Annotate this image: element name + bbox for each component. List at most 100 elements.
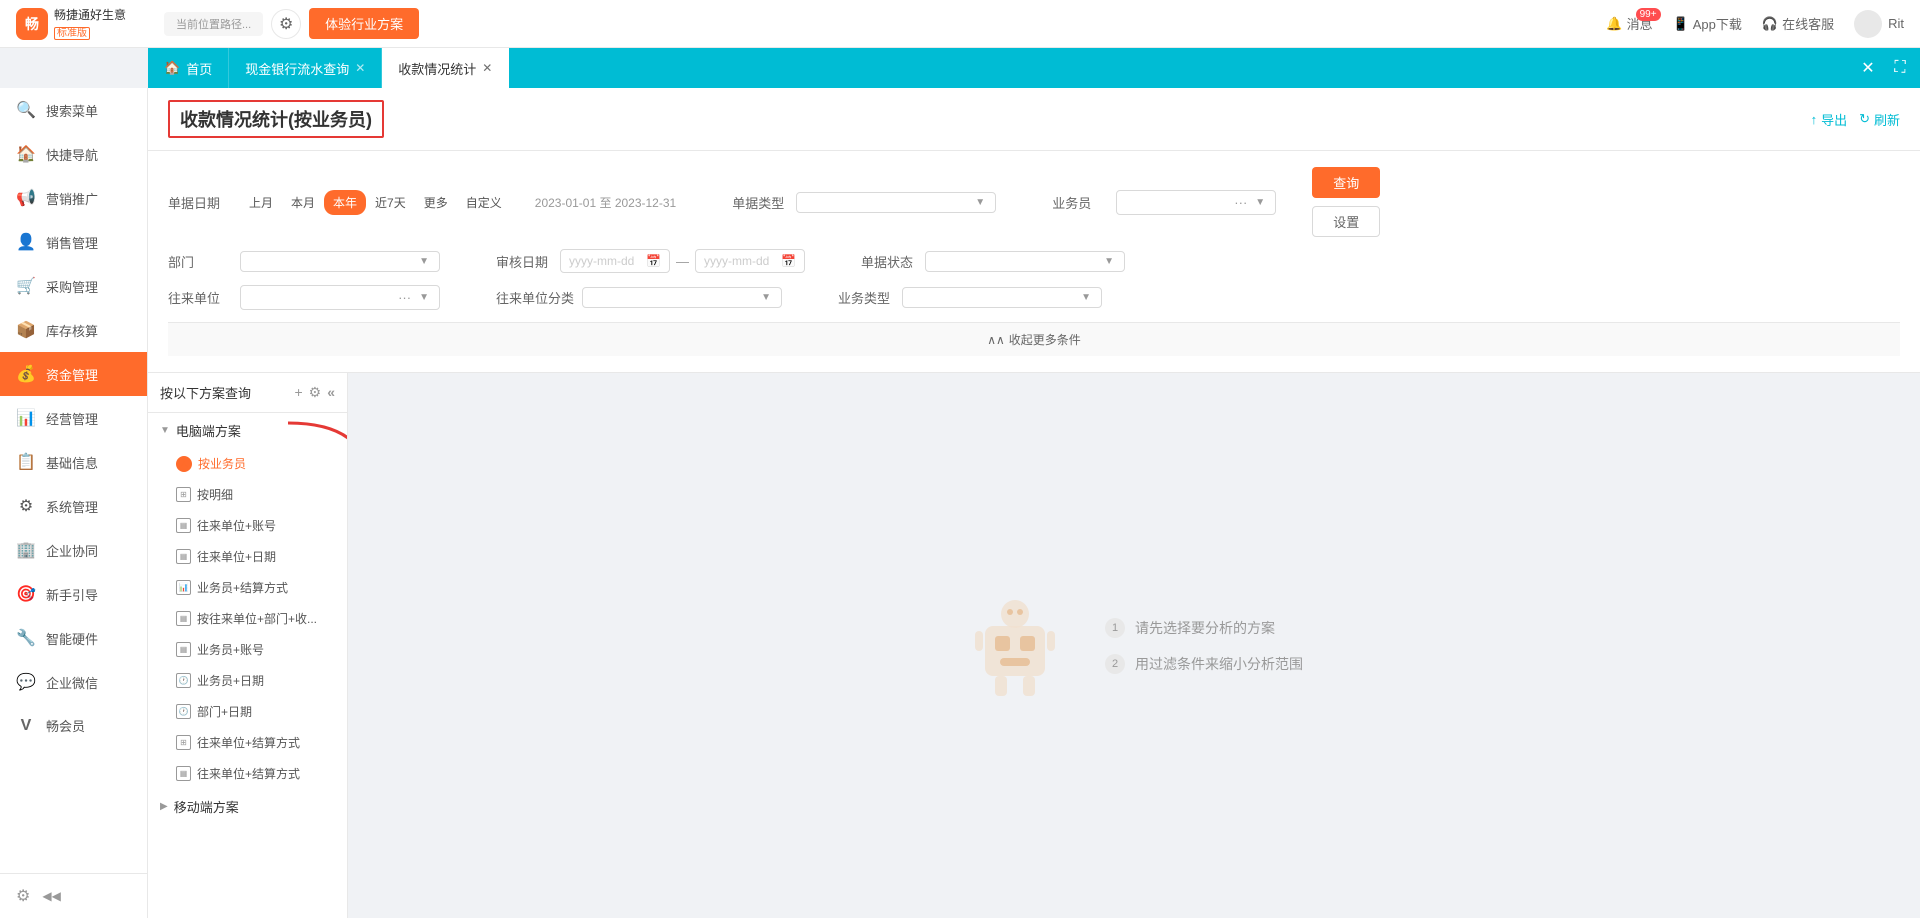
plan-item-by-staff[interactable]: 人 按业务员 xyxy=(148,448,347,479)
plan-item-partner-settle2[interactable]: ▦ 往来单位+结算方式 xyxy=(148,758,347,789)
guide-icon: 🎯 xyxy=(16,584,36,604)
query-button[interactable]: 查询 xyxy=(1312,167,1380,198)
filter-row-3: 往来单位 ··· ▼ 往来单位分类 ▼ 业务类型 xyxy=(168,285,1900,310)
sidebar-item-purchase[interactable]: 🛒 采购管理 xyxy=(0,264,147,308)
staff-select[interactable]: ··· ▼ xyxy=(1116,190,1276,215)
sidebar-item-sales[interactable]: 👤 销售管理 xyxy=(0,220,147,264)
sidebar: 🔍 搜索菜单 🏠 快捷导航 📢 营销推广 👤 销售管理 🛒 采购管理 📦 库存核… xyxy=(0,88,148,918)
app-download-button[interactable]: 📱 App下载 xyxy=(1673,14,1742,33)
partner-select[interactable]: ··· ▼ xyxy=(240,285,440,310)
tab-bank-flow-close[interactable]: ✕ xyxy=(355,61,365,75)
collapse-conditions-button[interactable]: ∧∧ 收起更多条件 xyxy=(168,322,1900,356)
trial-button[interactable]: 体验行业方案 xyxy=(309,8,419,39)
collapse-label: 收起更多条件 xyxy=(1009,331,1081,348)
plan-item-dept-date-label: 部门+日期 xyxy=(197,703,252,720)
sidebar-settings-button[interactable]: ⚙ xyxy=(16,886,30,906)
sidebar-item-finance[interactable]: 💰 资金管理 xyxy=(0,352,147,396)
filter-row-2: 部门 ▼ 审核日期 yyyy-mm-dd 📅 — yyyy-mm-dd xyxy=(168,249,1900,273)
export-button[interactable]: ↑ 导出 xyxy=(1811,110,1848,129)
review-date-from-text: yyyy-mm-dd xyxy=(569,254,634,268)
sidebar-item-operations[interactable]: 📊 经营管理 xyxy=(0,396,147,440)
plan-item-by-partner-dept[interactable]: ▦ 按往来单位+部门+收... xyxy=(148,603,347,634)
header-settings-button[interactable]: ⚙ xyxy=(271,9,301,39)
sidebar-item-inventory[interactable]: 📦 库存核算 xyxy=(0,308,147,352)
plan-item-partner-account[interactable]: ▦ 往来单位+账号 xyxy=(148,510,347,541)
query-button-group: 查询 设置 xyxy=(1312,167,1380,237)
wechat-icon: 💬 xyxy=(16,672,36,692)
desktop-plan-arrow-icon: ▼ xyxy=(160,425,170,436)
left-panel-settings-button[interactable]: ⚙ xyxy=(309,384,322,401)
refresh-button[interactable]: ↻ 刷新 xyxy=(1859,110,1900,129)
staff-date-icon: 🕐 xyxy=(176,673,191,688)
partner-more-icon: ··· xyxy=(398,290,411,305)
plan-item-partner-date[interactable]: ▦ 往来单位+日期 xyxy=(148,541,347,572)
sidebar-item-search-menu[interactable]: 🔍 搜索菜单 xyxy=(0,88,147,132)
sidebar-item-marketing[interactable]: 📢 营销推广 xyxy=(0,176,147,220)
review-date-to[interactable]: yyyy-mm-dd 📅 xyxy=(695,249,805,273)
left-panel-collapse-button[interactable]: « xyxy=(327,384,335,401)
date-btn-this-year[interactable]: 本年 xyxy=(324,190,366,215)
date-btn-this-month[interactable]: 本月 xyxy=(282,190,324,215)
plan-item-by-detail[interactable]: ⊞ 按明细 xyxy=(148,479,347,510)
breadcrumb: 当前位置路径... xyxy=(164,12,263,36)
tab-bar-end: ✕ ⛶ xyxy=(1848,48,1920,88)
doc-status-select[interactable]: ▼ xyxy=(925,251,1125,272)
review-date-from[interactable]: yyyy-mm-dd 📅 xyxy=(560,249,670,273)
partner-category-select[interactable]: ▼ xyxy=(582,287,782,308)
sidebar-item-wechat-label: 企业微信 xyxy=(46,673,98,692)
sidebar-item-sys-mgmt[interactable]: ⚙ 系统管理 xyxy=(0,484,147,528)
tab-home[interactable]: 🏠 首页 xyxy=(148,48,229,88)
service-icon: 🎧 xyxy=(1762,16,1778,32)
date-btn-7days[interactable]: 近7天 xyxy=(366,190,415,215)
tab-receipt-stats-close[interactable]: ✕ xyxy=(482,61,492,75)
doc-type-select[interactable]: ▼ xyxy=(796,192,996,213)
dept-label: 部门 xyxy=(168,252,224,271)
staff-chevron-icon: ▼ xyxy=(1255,197,1265,208)
notification-button[interactable]: 🔔 消息 99+ xyxy=(1606,14,1652,33)
plan-item-staff-settle-label: 业务员+结算方式 xyxy=(197,579,288,596)
sidebar-item-smart-hw[interactable]: 🔧 智能硬件 xyxy=(0,616,147,660)
plan-item-partner-settle2-label: 往来单位+结算方式 xyxy=(197,765,300,782)
sidebar-item-basic-info-label: 基础信息 xyxy=(46,453,98,472)
tab-receipt-stats[interactable]: 收款情况统计 ✕ xyxy=(382,48,509,88)
date-btn-last-month[interactable]: 上月 xyxy=(240,190,282,215)
review-date-group: yyyy-mm-dd 📅 — yyyy-mm-dd 📅 xyxy=(560,249,805,273)
tip-1-text: 请先选择要分析的方案 xyxy=(1135,618,1275,638)
tab-fullscreen-button[interactable]: ⛶ xyxy=(1888,56,1912,80)
plan-item-by-staff-label: 按业务员 xyxy=(198,455,246,472)
date-btn-custom[interactable]: 自定义 xyxy=(457,190,511,215)
business-type-select[interactable]: ▼ xyxy=(902,287,1102,308)
sidebar-item-guide[interactable]: 🎯 新手引导 xyxy=(0,572,147,616)
tab-close-all-button[interactable]: ✕ xyxy=(1856,56,1880,80)
user-profile[interactable]: Rit xyxy=(1854,10,1904,38)
app-badge: 标准版 xyxy=(54,27,90,40)
plan-item-staff-account[interactable]: ▦ 业务员+账号 xyxy=(148,634,347,665)
empty-tips: 1 请先选择要分析的方案 2 用过滤条件来缩小分析范围 xyxy=(1105,618,1303,674)
tab-bank-flow-label: 现金银行流水查询 xyxy=(245,59,349,78)
sidebar-item-quick-nav[interactable]: 🏠 快捷导航 xyxy=(0,132,147,176)
plan-item-staff-date-label: 业务员+日期 xyxy=(197,672,264,689)
partner-label: 往来单位 xyxy=(168,288,224,307)
date-btn-more[interactable]: 更多 xyxy=(415,190,457,215)
sidebar-item-member[interactable]: V 畅会员 xyxy=(0,704,147,747)
plan-item-dept-date[interactable]: 🕐 部门+日期 xyxy=(148,696,347,727)
dept-select[interactable]: ▼ xyxy=(240,251,440,272)
online-service-button[interactable]: 🎧 在线客服 xyxy=(1762,14,1834,33)
plan-item-staff-date[interactable]: 🕐 业务员+日期 xyxy=(148,665,347,696)
left-panel-add-button[interactable]: + xyxy=(294,384,302,401)
plan-item-staff-settle[interactable]: 📊 业务员+结算方式 xyxy=(148,572,347,603)
middle-area: 按以下方案查询 + ⚙ « ▼ 电脑端方案 人 xyxy=(148,373,1920,918)
export-label: 导出 xyxy=(1821,110,1847,129)
tip-2-text: 用过滤条件来缩小分析范围 xyxy=(1135,654,1303,674)
mobile-plan-header[interactable]: ▶ 移动端方案 xyxy=(148,789,347,824)
sidebar-collapse-button[interactable]: ◀◀ xyxy=(42,889,60,903)
desktop-plan-header[interactable]: ▼ 电脑端方案 xyxy=(148,413,347,448)
sales-icon: 👤 xyxy=(16,232,36,252)
sidebar-item-basic-info[interactable]: 📋 基础信息 xyxy=(0,440,147,484)
sidebar-item-wechat[interactable]: 💬 企业微信 xyxy=(0,660,147,704)
plan-item-partner-settle[interactable]: ⊞ 往来单位+结算方式 xyxy=(148,727,347,758)
finance-icon: 💰 xyxy=(16,364,36,384)
settings-button[interactable]: 设置 xyxy=(1312,206,1380,237)
sidebar-item-enterprise[interactable]: 🏢 企业协同 xyxy=(0,528,147,572)
tab-bank-flow[interactable]: 现金银行流水查询 ✕ xyxy=(229,48,382,88)
